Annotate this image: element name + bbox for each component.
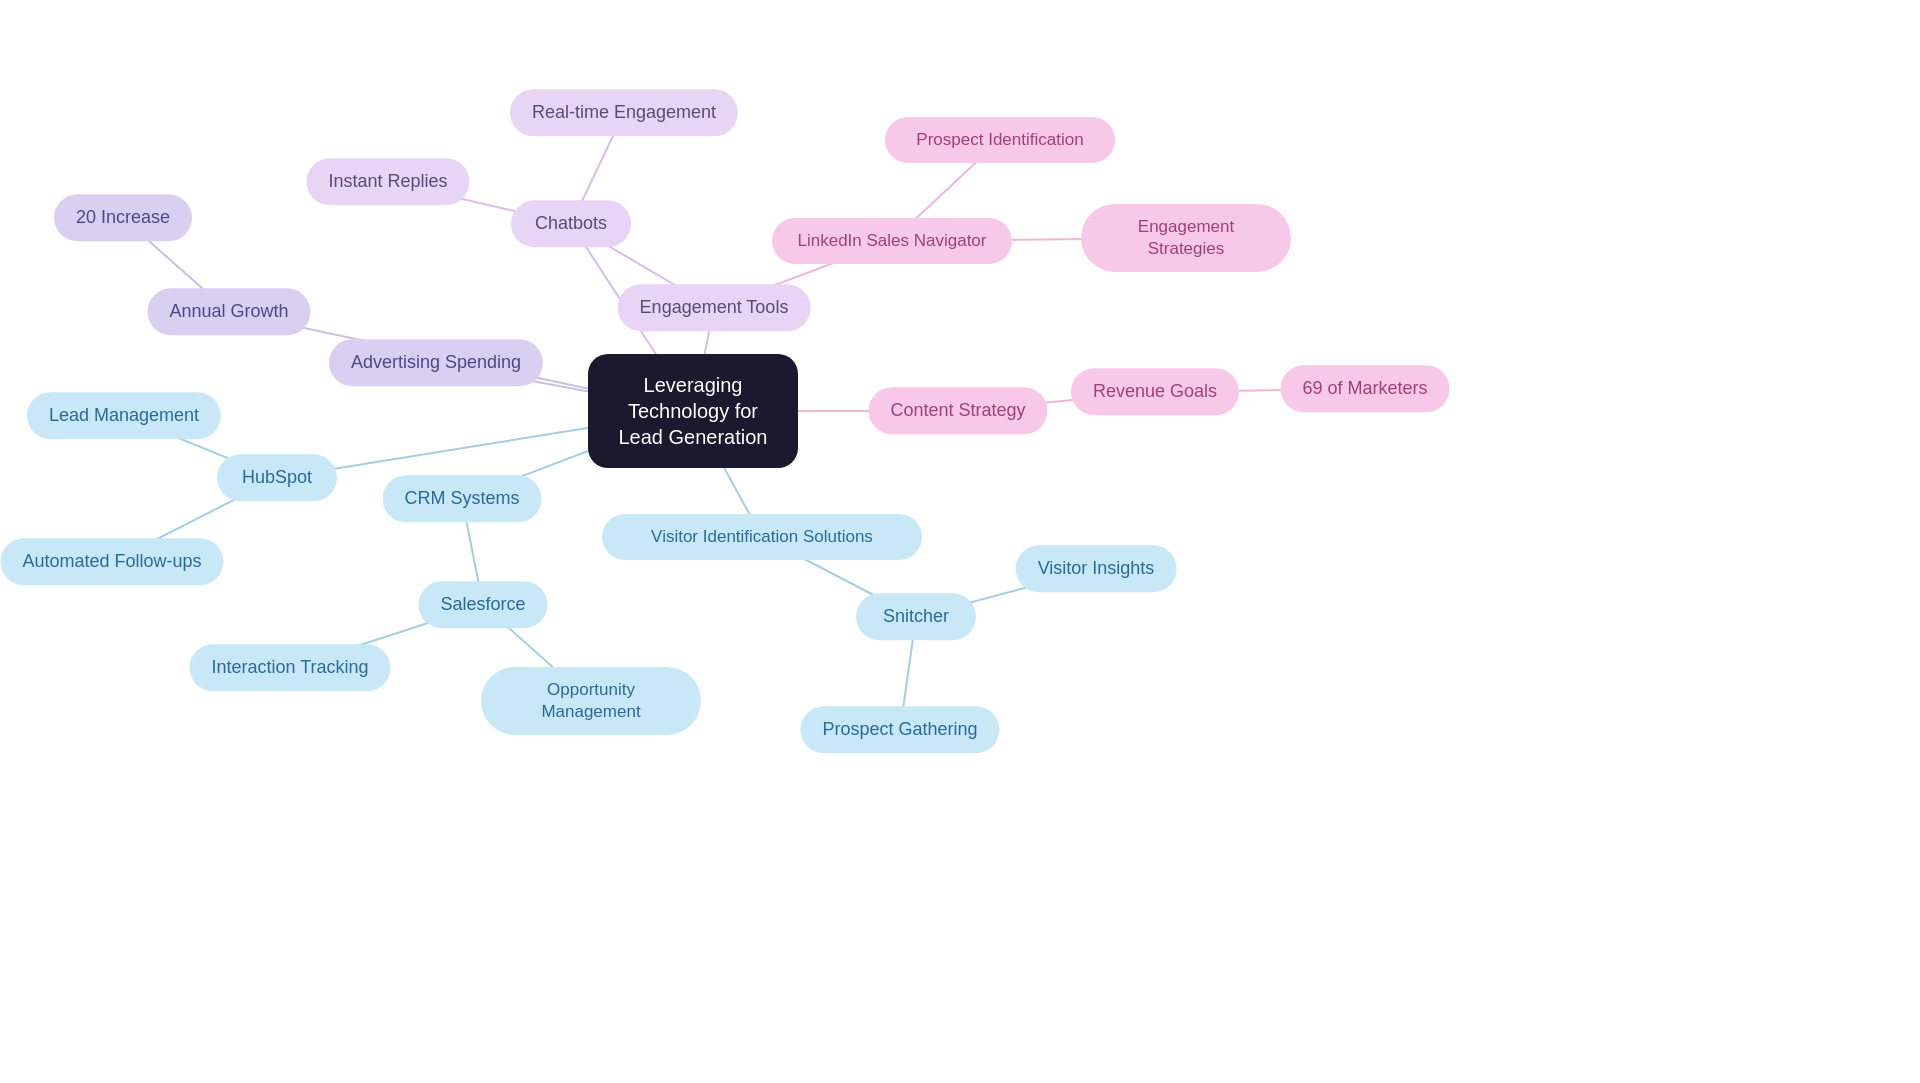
content-strategy-node[interactable]: Content Strategy (868, 387, 1047, 434)
prospect-gathering-node[interactable]: Prospect Gathering (800, 706, 999, 753)
20-increase-node[interactable]: 20 Increase (54, 194, 192, 241)
center-node[interactable]: Leveraging Technology for Lead Generatio… (588, 354, 798, 468)
prospect-identification-node[interactable]: Prospect Identification (885, 117, 1115, 163)
mindmap-container: Leveraging Technology for Lead Generatio… (0, 0, 1920, 1083)
lead-management-node[interactable]: Lead Management (27, 392, 221, 439)
revenue-goals-node[interactable]: Revenue Goals (1071, 368, 1239, 415)
interaction-tracking-node[interactable]: Interaction Tracking (189, 644, 390, 691)
opportunity-management-node[interactable]: Opportunity Management (481, 667, 701, 735)
linkedin-sales-navigator-node[interactable]: LinkedIn Sales Navigator (772, 218, 1012, 264)
69-of-marketers-node[interactable]: 69 of Marketers (1280, 365, 1449, 412)
instant-replies-node[interactable]: Instant Replies (306, 158, 469, 205)
chatbots-node[interactable]: Chatbots (511, 200, 631, 247)
visitor-identification-solutions-node[interactable]: Visitor Identification Solutions (602, 514, 922, 560)
engagement-tools-node[interactable]: Engagement Tools (618, 284, 811, 331)
advertising-spending-node[interactable]: Advertising Spending (329, 339, 543, 386)
salesforce-node[interactable]: Salesforce (418, 581, 547, 628)
visitor-insights-node[interactable]: Visitor Insights (1016, 545, 1177, 592)
hubspot-node[interactable]: HubSpot (217, 454, 337, 501)
automated-follow-ups-node[interactable]: Automated Follow-ups (0, 538, 223, 585)
crm-systems-node[interactable]: CRM Systems (382, 475, 541, 522)
engagement-strategies-node[interactable]: Engagement Strategies (1081, 204, 1291, 272)
snitcher-node[interactable]: Snitcher (856, 593, 976, 640)
annual-growth-node[interactable]: Annual Growth (147, 288, 310, 335)
real-time-engagement-node[interactable]: Real-time Engagement (510, 89, 738, 136)
